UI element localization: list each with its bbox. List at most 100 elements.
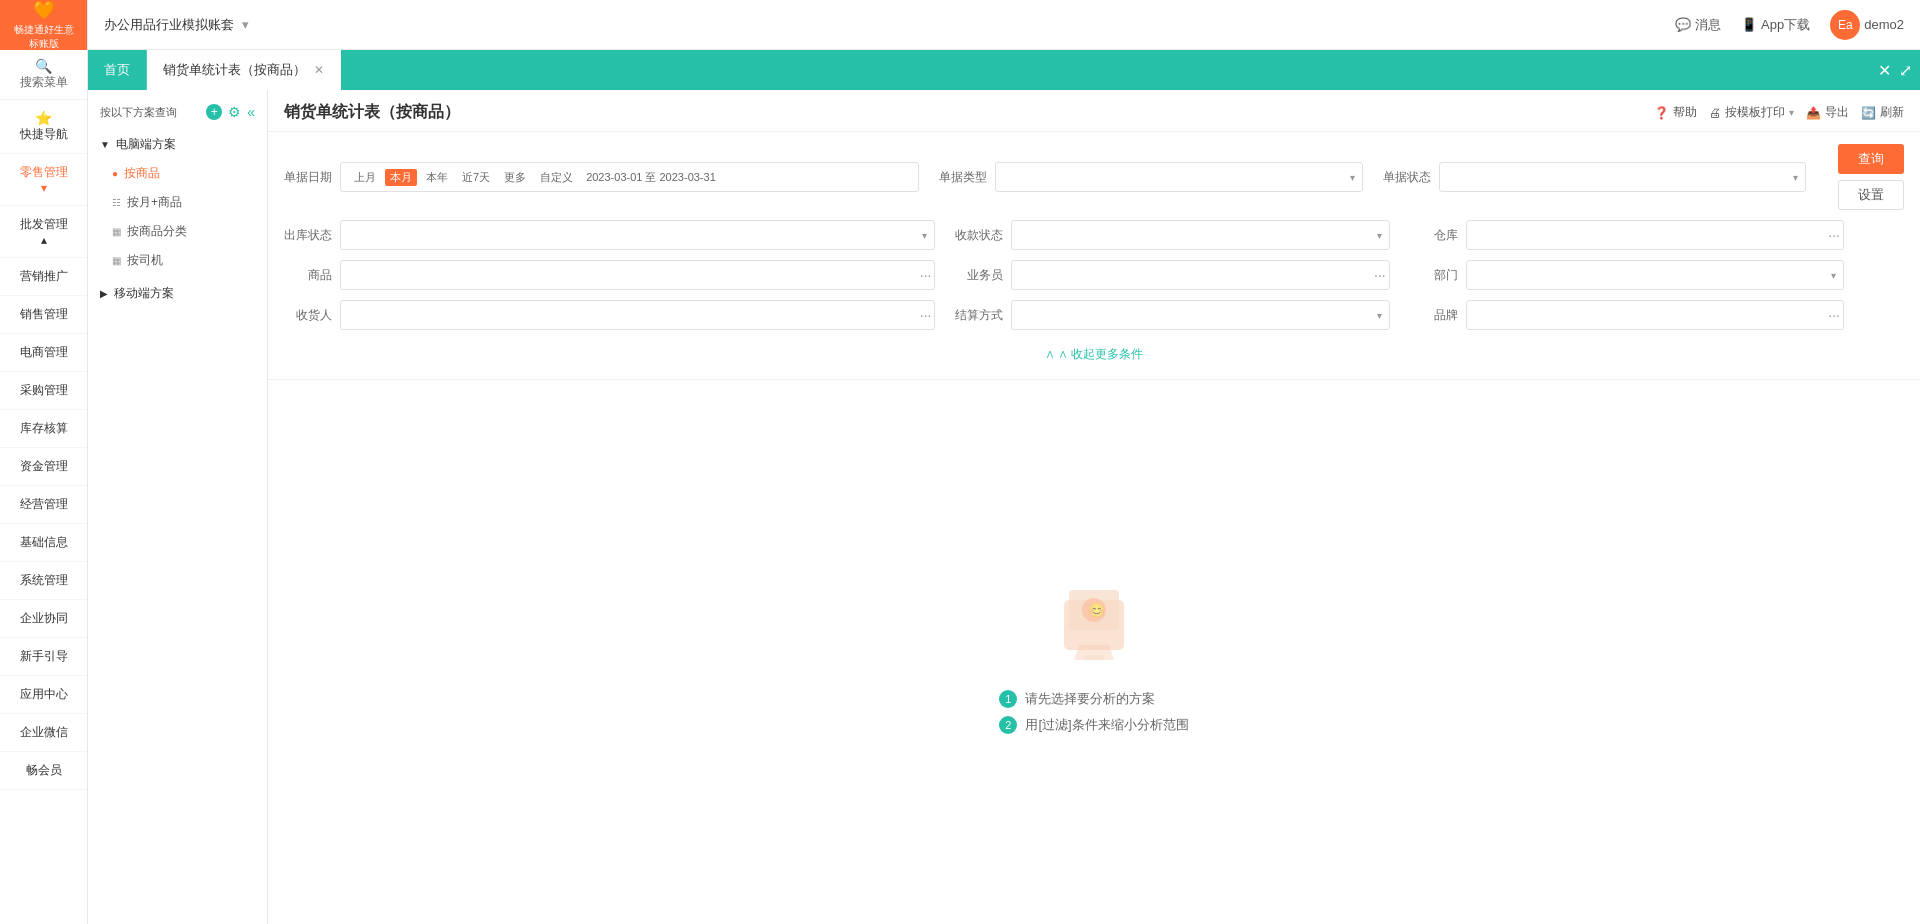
filter-group-desktop-header[interactable]: ▼ 电脑端方案 [88, 130, 267, 159]
sidebar-item-wholesale[interactable]: 批发管理 ▴ [0, 206, 87, 258]
date-tab-more[interactable]: 更多 [499, 169, 531, 186]
collapse-conditions-btn[interactable]: ∧ ∧ 收起更多条件 [284, 340, 1904, 367]
tip-num-1: 1 [999, 690, 1017, 708]
tip-num-2: 2 [999, 716, 1017, 734]
brand-input[interactable] [1466, 300, 1844, 330]
date-input-wrap: 上月 本月 本年 近7天 更多 自定义 2023-03-01 至 2023-03… [340, 162, 919, 192]
tab-expand-icon[interactable]: ⤢ [1899, 61, 1912, 80]
goods-ellipsis-icon[interactable]: ··· [920, 267, 932, 283]
salesperson-ellipsis-icon[interactable]: ··· [1374, 267, 1386, 283]
app-download-btn[interactable]: 📱 App下载 [1741, 16, 1810, 34]
filter-field-dept: 部门 ▾ [1410, 260, 1844, 290]
item-label-by-month-goods: 按月+商品 [127, 194, 182, 211]
filter-form: 单据日期 上月 本月 本年 近7天 更多 自定义 [268, 132, 1920, 380]
goods-input[interactable] [340, 260, 935, 290]
date-tabs: 上月 本月 本年 近7天 更多 自定义 [349, 169, 578, 186]
left-sidebar: 🧡 畅捷通好生意 标账版 🔍 搜索菜单 ⭐ 快捷导航 零售管理 ▾ 批发管理 ▴… [0, 0, 88, 924]
empty-illustration: 😊 [1044, 570, 1144, 670]
filter-sidebar-header: 按以下方案查询 + ⚙ « [88, 98, 267, 126]
warehouse-input[interactable] [1466, 220, 1844, 250]
settlement-input[interactable] [1011, 300, 1389, 330]
docstatus-input-wrap: 已生效 ▾ [1439, 162, 1806, 192]
date-tab-thisyear[interactable]: 本年 [421, 169, 453, 186]
collapse-sidebar-btn[interactable]: « [247, 104, 255, 120]
basics-label: 基础信息 [4, 534, 83, 551]
sidebar-item-finance[interactable]: 资金管理 [0, 448, 87, 486]
chevron-up-icon: ▴ [41, 233, 47, 247]
inventory-label: 库存核算 [4, 420, 83, 437]
settings-scheme-btn[interactable]: ⚙ [228, 104, 241, 120]
help-btn[interactable]: ❓ 帮助 [1654, 104, 1697, 121]
filter-item-by-category[interactable]: ▦ 按商品分类 [88, 217, 267, 246]
warehouse-input-wrap: ··· [1466, 220, 1844, 250]
print-btn[interactable]: 🖨 按模板打印 ▾ [1709, 104, 1794, 121]
filter-item-by-month-goods[interactable]: ☷ 按月+商品 [88, 188, 267, 217]
sidebar-item-ecommerce[interactable]: 电商管理 [0, 334, 87, 372]
date-range-input[interactable]: 上月 本月 本年 近7天 更多 自定义 2023-03-01 至 2023-03… [340, 162, 919, 192]
item-label-by-goods: 按商品 [124, 165, 160, 182]
app-logo: 🧡 畅捷通好生意 标账版 [0, 0, 87, 50]
filter-item-by-driver[interactable]: ▦ 按司机 [88, 246, 267, 275]
filter-row-1: 单据日期 上月 本月 本年 近7天 更多 自定义 [284, 144, 1904, 210]
sidebar-item-enterprise[interactable]: 企业协同 [0, 600, 87, 638]
filter-field-date: 单据日期 上月 本月 本年 近7天 更多 自定义 [284, 162, 919, 192]
message-btn[interactable]: 💬 消息 [1675, 16, 1721, 34]
page-header-actions: ❓ 帮助 🖨 按模板打印 ▾ 📤 导出 🔄 刷新 [1654, 104, 1904, 121]
tab-close-window-icon[interactable]: ✕ [1878, 61, 1891, 80]
docstatus-input[interactable]: 已生效 [1439, 162, 1806, 192]
filter-item-by-goods[interactable]: ● 按商品 [88, 159, 267, 188]
dropdown-arrow[interactable]: ▾ [242, 17, 249, 32]
sidebar-item-retail[interactable]: 零售管理 ▾ [0, 154, 87, 206]
salesperson-input[interactable] [1011, 260, 1389, 290]
receiver-input[interactable] [340, 300, 935, 330]
sidebar-item-basics[interactable]: 基础信息 [0, 524, 87, 562]
sidebar-item-membership[interactable]: 畅会员 [0, 752, 87, 790]
date-tab-custom[interactable]: 自定义 [535, 169, 578, 186]
stock-input[interactable]: 已出库 [340, 220, 935, 250]
query-button[interactable]: 查询 [1838, 144, 1904, 174]
quick-nav-item[interactable]: ⭐ 快捷导航 [0, 100, 87, 154]
main-area: 办公用品行业模拟账套 ▾ 💬 消息 📱 App下载 Ea demo2 首页 [88, 0, 1920, 924]
operations-label: 经营管理 [4, 496, 83, 513]
user-profile-btn[interactable]: Ea demo2 [1830, 10, 1904, 40]
sidebar-item-appstore[interactable]: 应用中心 [0, 676, 87, 714]
sidebar-item-inventory[interactable]: 库存核算 [0, 410, 87, 448]
tab-close-icon[interactable]: ✕ [314, 63, 324, 77]
print-label: 按模板打印 [1725, 104, 1785, 121]
date-tab-thismonth[interactable]: 本月 [385, 169, 417, 186]
sidebar-item-guide[interactable]: 新手引导 [0, 638, 87, 676]
filter-group-mobile-header[interactable]: ▶ 移动端方案 [88, 279, 267, 308]
date-label: 单据日期 [284, 169, 340, 186]
refresh-btn[interactable]: 🔄 刷新 [1861, 104, 1904, 121]
doctype-input[interactable]: 销货单 [995, 162, 1362, 192]
dept-input[interactable] [1466, 260, 1844, 290]
empty-tip-1: 1 请先选择要分析的方案 [999, 690, 1188, 708]
sidebar-item-system[interactable]: 系统管理 [0, 562, 87, 600]
search-menu-item[interactable]: 🔍 搜索菜单 [0, 50, 87, 100]
print-dropdown-icon[interactable]: ▾ [1789, 107, 1794, 118]
sidebar-item-sales[interactable]: 销售管理 [0, 296, 87, 334]
date-range-text: 2023-03-01 至 2023-03-31 [586, 170, 716, 185]
sidebar-item-marketing[interactable]: 营销推广 [0, 258, 87, 296]
message-label: 消息 [1695, 16, 1721, 34]
brand-ellipsis-icon[interactable]: ··· [1828, 307, 1840, 323]
receiver-ellipsis-icon[interactable]: ··· [920, 307, 932, 323]
retail-label: 零售管理 [4, 164, 83, 181]
tab-home[interactable]: 首页 [88, 50, 147, 90]
filter-field-goods: 商品 ··· [284, 260, 935, 290]
warehouse-ellipsis-icon[interactable]: ··· [1828, 227, 1840, 243]
tab-sales-stat[interactable]: 销货单统计表（按商品） ✕ [147, 50, 341, 90]
export-btn[interactable]: 📤 导出 [1806, 104, 1849, 121]
setting-button[interactable]: 设置 [1838, 180, 1904, 210]
sidebar-item-wechat[interactable]: 企业微信 [0, 714, 87, 752]
add-scheme-btn[interactable]: + [206, 104, 222, 120]
doctype-label: 单据类型 [939, 169, 995, 186]
sidebar-item-operations[interactable]: 经营管理 [0, 486, 87, 524]
date-tab-lastmonth[interactable]: 上月 [349, 169, 381, 186]
date-tab-7days[interactable]: 近7天 [457, 169, 495, 186]
sidebar-item-purchase[interactable]: 采购管理 [0, 372, 87, 410]
app-download-label: App下载 [1761, 16, 1810, 34]
sales-label: 销售管理 [4, 306, 83, 323]
dept-label: 部门 [1410, 267, 1466, 284]
payment-input[interactable] [1011, 220, 1389, 250]
